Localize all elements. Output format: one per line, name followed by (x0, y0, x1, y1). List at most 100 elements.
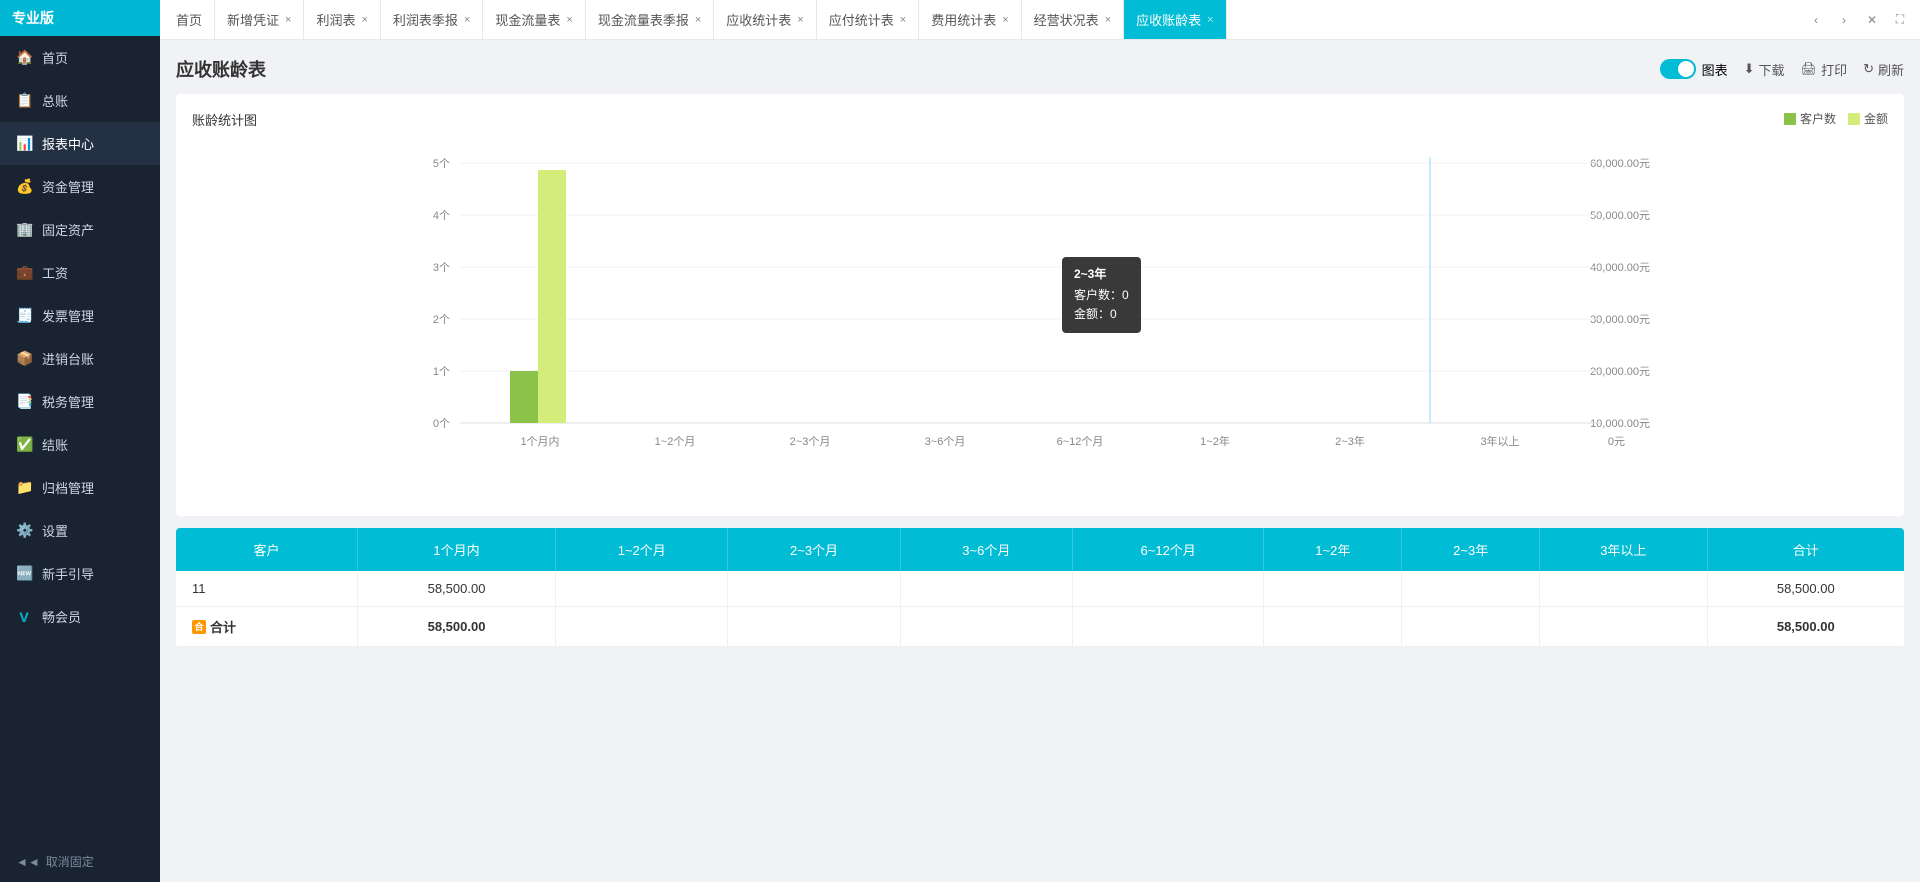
sidebar-item-settings[interactable]: ⚙️ 设置 (0, 509, 160, 552)
total-m1: 58,500.00 (357, 607, 555, 647)
sidebar-item-label: 总账 (42, 91, 68, 110)
tab-label: 经营状况表 (1034, 10, 1099, 29)
col-header-y1-2: 1~2年 (1264, 528, 1402, 571)
total-y2-3 (1402, 607, 1540, 647)
tab-cashflow-quarterly[interactable]: 现金流量表季报 × (586, 0, 714, 40)
svg-text:60,000.00元: 60,000.00元 (1590, 158, 1650, 170)
refresh-icon: ↻ (1863, 61, 1874, 77)
print-icon: 🖨 (1801, 61, 1818, 77)
tab-close-all-button[interactable]: ✕ (1860, 8, 1884, 32)
tab-home[interactable]: 首页 (164, 0, 215, 40)
unpin-button[interactable]: ◄◄ 取消固定 (0, 841, 160, 882)
download-label: 下载 (1759, 60, 1785, 79)
tab-business-status[interactable]: 经营状况表 × (1022, 0, 1124, 40)
download-button[interactable]: ⬇ 下载 (1744, 60, 1785, 79)
tab-close-icon[interactable]: × (1002, 14, 1008, 26)
total-label-wrap: 合 合计 (192, 617, 349, 636)
svg-text:2~3个月: 2~3个月 (790, 435, 831, 448)
sidebar-item-label: 新手引导 (42, 564, 94, 583)
tab-bar: 首页 新增凭证 × 利润表 × 利润表季报 × 现金流量表 × 现金流量表季报 … (160, 0, 1920, 40)
table-header-row: 客户 1个月内 1~2个月 2~3个月 3~6个月 6~12个月 1~2年 2~… (176, 528, 1904, 571)
tab-fullscreen-button[interactable]: ⛶ (1888, 8, 1912, 32)
vip-icon: V (16, 609, 32, 625)
tab-new-voucher[interactable]: 新增凭证 × (215, 0, 304, 40)
assets-icon: 🏢 (16, 221, 32, 238)
sidebar-item-guide[interactable]: 🆕 新手引导 (0, 552, 160, 595)
chart-svg: 5个 4个 3个 2个 1个 0个 60,000.00元 50,000.00元 … (192, 137, 1888, 497)
home-icon: 🏠 (16, 49, 32, 66)
legend-customer-color (1784, 113, 1796, 125)
sidebar-item-vip[interactable]: V 畅会员 (0, 595, 160, 638)
tab-expense-stats[interactable]: 费用统计表 × (919, 0, 1021, 40)
sidebar-item-label: 固定资产 (42, 220, 94, 239)
sidebar-item-invoice[interactable]: 🧾 发票管理 (0, 294, 160, 337)
tab-close-icon[interactable]: × (695, 14, 701, 26)
bar-amount-m1 (538, 170, 566, 423)
tab-label: 现金流量表季报 (598, 10, 689, 29)
tab-label: 首页 (176, 10, 202, 29)
print-label: 打印 (1821, 60, 1847, 79)
svg-text:10,000.00元: 10,000.00元 (1590, 418, 1650, 430)
tab-close-icon[interactable]: × (1105, 14, 1111, 26)
sidebar-item-reports[interactable]: 📊 报表中心 (0, 122, 160, 165)
tab-profit[interactable]: 利润表 × (304, 0, 380, 40)
tab-label: 现金流量表 (495, 10, 560, 29)
tab-close-icon[interactable]: × (797, 14, 803, 26)
settings-icon: ⚙️ (16, 522, 32, 539)
svg-text:3年以上: 3年以上 (1480, 434, 1519, 448)
cell-m1: 58,500.00 (357, 571, 555, 607)
cell-y3plus (1540, 571, 1707, 607)
page-header: 应收账龄表 图表 ⬇ 下载 🖨 打印 ↻ 刷新 (176, 56, 1904, 82)
col-header-total: 合计 (1707, 528, 1904, 571)
cell-total: 58,500.00 (1707, 571, 1904, 607)
guide-icon: 🆕 (16, 565, 32, 582)
sidebar-item-assets[interactable]: 🏢 固定资产 (0, 208, 160, 251)
tab-prev-button[interactable]: ‹ (1804, 8, 1828, 32)
sidebar-item-ledger[interactable]: 📋 总账 (0, 79, 160, 122)
tab-next-button[interactable]: › (1832, 8, 1856, 32)
sidebar-item-tax[interactable]: 📑 税务管理 (0, 380, 160, 423)
tab-ap-stats[interactable]: 应付统计表 × (817, 0, 919, 40)
tab-close-icon[interactable]: × (285, 14, 291, 26)
svg-text:5个: 5个 (433, 157, 450, 170)
unpin-label: 取消固定 (46, 853, 94, 870)
svg-text:2~3年: 2~3年 (1335, 434, 1365, 448)
page-actions: 图表 ⬇ 下载 🖨 打印 ↻ 刷新 (1660, 59, 1904, 79)
tab-close-icon[interactable]: × (566, 14, 572, 26)
col-header-m1: 1个月内 (357, 528, 555, 571)
table-row: 11 58,500.00 58,500.00 (176, 571, 1904, 607)
sidebar-item-sales[interactable]: 📦 进销台账 (0, 337, 160, 380)
col-header-m3-6: 3~6个月 (900, 528, 1072, 571)
sidebar-item-home[interactable]: 🏠 首页 (0, 36, 160, 79)
sidebar-item-funds[interactable]: 💰 资金管理 (0, 165, 160, 208)
tab-profit-quarterly[interactable]: 利润表季报 × (381, 0, 483, 40)
sidebar-item-salary[interactable]: 💼 工资 (0, 251, 160, 294)
refresh-button[interactable]: ↻ 刷新 (1863, 60, 1904, 79)
tab-ar-stats[interactable]: 应收统计表 × (714, 0, 816, 40)
salary-icon: 💼 (16, 264, 32, 281)
sidebar-item-closing[interactable]: ✅ 结账 (0, 423, 160, 466)
tab-ar-aging[interactable]: 应收账龄表 × (1124, 0, 1226, 40)
reports-icon: 📊 (16, 135, 32, 152)
tab-cashflow[interactable]: 现金流量表 × (483, 0, 585, 40)
legend-customer-count: 客户数 (1784, 110, 1836, 127)
chart-toggle[interactable] (1660, 59, 1696, 79)
tab-close-icon[interactable]: × (1207, 14, 1213, 26)
legend-customer-label: 客户数 (1800, 110, 1836, 127)
svg-text:1个月内: 1个月内 (520, 434, 559, 448)
sidebar-item-label: 结账 (42, 435, 68, 454)
total-m1-2 (556, 607, 728, 647)
funds-icon: 💰 (16, 178, 32, 195)
sidebar-item-archive[interactable]: 📁 归档管理 (0, 466, 160, 509)
sidebar-item-label: 进销台账 (42, 349, 94, 368)
svg-text:6~12个月: 6~12个月 (1057, 435, 1104, 448)
sidebar-item-label: 畅会员 (42, 607, 81, 626)
sidebar-item-label: 归档管理 (42, 478, 94, 497)
print-button[interactable]: 🖨 打印 (1801, 60, 1848, 79)
tab-close-icon[interactable]: × (464, 14, 470, 26)
tab-close-icon[interactable]: × (361, 14, 367, 26)
sidebar-item-label: 资金管理 (42, 177, 94, 196)
sidebar-item-label: 发票管理 (42, 306, 94, 325)
tab-close-icon[interactable]: × (900, 14, 906, 26)
tab-label: 应收统计表 (726, 10, 791, 29)
